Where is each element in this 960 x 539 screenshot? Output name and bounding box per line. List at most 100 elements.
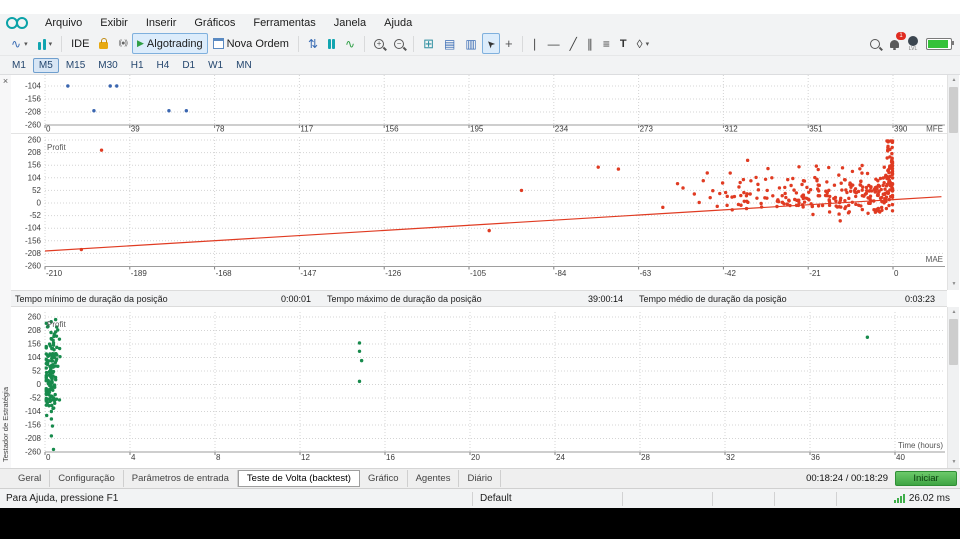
- fibonacci-tool-button[interactable]: ≡: [598, 33, 615, 54]
- candlestick-icon: [37, 38, 46, 50]
- cursor-icon: ➤: [483, 36, 498, 51]
- tile-horizontal-button[interactable]: ▤: [439, 33, 460, 54]
- strategy-tester-panel: × Testador de Estratégia -104 -156 -208 -26…: [0, 75, 960, 488]
- svg-text:-168: -168: [216, 269, 233, 278]
- market-depth-button[interactable]: [323, 33, 340, 54]
- timeframe-mn[interactable]: MN: [230, 58, 258, 73]
- algotrading-button[interactable]: ▶ Algotrading: [132, 33, 208, 54]
- status-empty-cell: [774, 491, 836, 506]
- channel-tool-button[interactable]: ∥: [582, 33, 598, 54]
- tab-teste-de-volta-backtest[interactable]: Teste de Volta (backtest): [237, 470, 360, 487]
- tab-geral[interactable]: Geral: [10, 470, 51, 487]
- menu-graficos[interactable]: Gráficos: [185, 15, 244, 31]
- caret-down-icon: ▾: [48, 40, 53, 48]
- menu-arquivo[interactable]: Arquivo: [36, 15, 91, 31]
- ide-button[interactable]: IDE: [66, 33, 94, 54]
- crosshair-tool-button[interactable]: +: [500, 33, 518, 54]
- time-profit-chart[interactable]: 260 208 156 104 52 0 -52 -104 -156 -208 -260 0 4 8 12 1…: [11, 307, 947, 468]
- horizontal-line-icon: ―: [547, 36, 560, 51]
- timeframe-h1[interactable]: H1: [125, 58, 150, 73]
- lock-button[interactable]: [94, 33, 113, 54]
- horizontal-line-tool-button[interactable]: ―: [543, 33, 565, 54]
- latency-value: 26.02 ms: [908, 493, 950, 504]
- status-profile[interactable]: Default: [472, 491, 622, 506]
- grid-windows-button[interactable]: ⊞: [418, 33, 439, 54]
- zoom-out-button[interactable]: [389, 33, 409, 54]
- menu-inserir[interactable]: Inserir: [137, 15, 186, 31]
- battery-indicator: [926, 37, 954, 50]
- new-order-button[interactable]: Nova Ordem: [208, 33, 294, 54]
- timeframe-w1[interactable]: W1: [202, 58, 229, 73]
- mae-profit-chart[interactable]: 260208156104520-52-104-156-208-260-210 -1…: [11, 133, 947, 290]
- scroll-up-arrow[interactable]: ▲: [948, 307, 960, 318]
- cursor-tool-button[interactable]: ➤: [481, 33, 501, 54]
- mt5-logo-icon: [6, 17, 28, 29]
- tab-agentes[interactable]: Agentes: [408, 470, 460, 487]
- titlebar-space: [0, 0, 960, 14]
- scroll-down-arrow[interactable]: ▼: [948, 457, 960, 468]
- svg-text:-105: -105: [470, 269, 487, 278]
- svg-text:MFE: MFE: [926, 125, 943, 134]
- svg-text:234: 234: [555, 125, 569, 134]
- chart-scrollbar-upper[interactable]: ▲ ▼: [947, 75, 959, 290]
- tile-vertical-button[interactable]: ▥: [460, 33, 481, 54]
- svg-text:195: 195: [470, 125, 484, 134]
- vertical-line-tool-button[interactable]: ∣: [527, 33, 543, 54]
- svg-text:39: 39: [131, 125, 140, 134]
- max-duration-cell: Tempo máximo de duração da posição 39:00…: [323, 294, 635, 304]
- svg-text:273: 273: [640, 125, 654, 134]
- avg-duration-cell: Tempo médio de duração da posição 0:03:2…: [635, 294, 947, 304]
- svg-text:208: 208: [28, 326, 42, 335]
- chart-type-button[interactable]: ▾: [33, 33, 58, 54]
- menu-ferramentas[interactable]: Ferramentas: [244, 15, 324, 31]
- svg-text:104: 104: [28, 173, 42, 182]
- svg-text:-126: -126: [385, 269, 402, 278]
- status-latency[interactable]: 26.02 ms: [836, 491, 960, 506]
- scroll-down-arrow[interactable]: ▼: [948, 279, 960, 290]
- play-icon: ▶: [137, 38, 144, 48]
- svg-text:52: 52: [32, 186, 41, 195]
- menu-exibir[interactable]: Exibir: [91, 15, 137, 31]
- svg-text:-189: -189: [131, 269, 148, 278]
- start-button[interactable]: Iniciar: [895, 471, 957, 486]
- timeframe-h4[interactable]: H4: [151, 58, 176, 73]
- trendline-tool-button[interactable]: ╱: [565, 33, 582, 54]
- timeframe-m1[interactable]: M1: [6, 58, 32, 73]
- panel-vertical-title: Testador de Estratégia: [1, 386, 10, 462]
- notifications-button[interactable]: 1: [885, 32, 906, 54]
- svg-text:156: 156: [28, 340, 42, 349]
- sort-button[interactable]: ⇅: [303, 33, 323, 54]
- connection-bars-icon: [893, 494, 905, 503]
- svg-text:Time (hours): Time (hours): [898, 441, 943, 450]
- timeframe-bar: M1 M5 M15 M30 H1 H4 D1 W1 MN: [0, 56, 960, 75]
- scrollbar-thumb[interactable]: [949, 319, 958, 365]
- zoom-in-button[interactable]: [369, 33, 389, 54]
- tab-grafico[interactable]: Gráfico: [360, 470, 408, 487]
- min-duration-cell: Tempo mínimo de duração da posição 0:00:…: [11, 294, 323, 304]
- search-button[interactable]: [865, 33, 885, 54]
- account-button[interactable]: LVL: [908, 35, 918, 52]
- objects-dropdown-button[interactable]: ◊ ▾: [632, 33, 654, 54]
- menu-janela[interactable]: Janela: [325, 15, 375, 31]
- timeframe-m30[interactable]: M30: [92, 58, 123, 73]
- mt5-window: Arquivo Exibir Inserir Gráficos Ferramentas J…: [0, 0, 960, 539]
- chart-line-style-button[interactable]: ∿ ▾: [6, 33, 33, 54]
- tab-parametros-de-entrada[interactable]: Parâmetros de entrada: [124, 470, 238, 487]
- tab-configuracao[interactable]: Configuração: [50, 470, 124, 487]
- menu-ajuda[interactable]: Ajuda: [375, 15, 421, 31]
- timeframe-d1[interactable]: D1: [176, 58, 201, 73]
- scrollbar-thumb[interactable]: [949, 87, 958, 133]
- tick-chart-button[interactable]: ∿: [340, 33, 360, 54]
- svg-text:-208: -208: [25, 434, 42, 443]
- svg-text:-156: -156: [25, 421, 42, 430]
- timeframe-m15[interactable]: M15: [60, 58, 91, 73]
- tab-diario[interactable]: Diário: [459, 470, 502, 487]
- close-panel-button[interactable]: ×: [1, 76, 10, 86]
- svg-text:312: 312: [724, 125, 738, 134]
- mfe-profit-chart[interactable]: -104 -156 -208 -260 0 39 78 117 156 195 234 273 312 3…: [11, 75, 947, 133]
- timeframe-m5[interactable]: M5: [32, 57, 59, 73]
- text-tool-button[interactable]: T: [615, 33, 632, 54]
- scroll-up-arrow[interactable]: ▲: [948, 75, 960, 86]
- broadcast-button[interactable]: ((●)): [113, 33, 132, 54]
- chart-scrollbar-lower[interactable]: ▲ ▼: [947, 307, 959, 468]
